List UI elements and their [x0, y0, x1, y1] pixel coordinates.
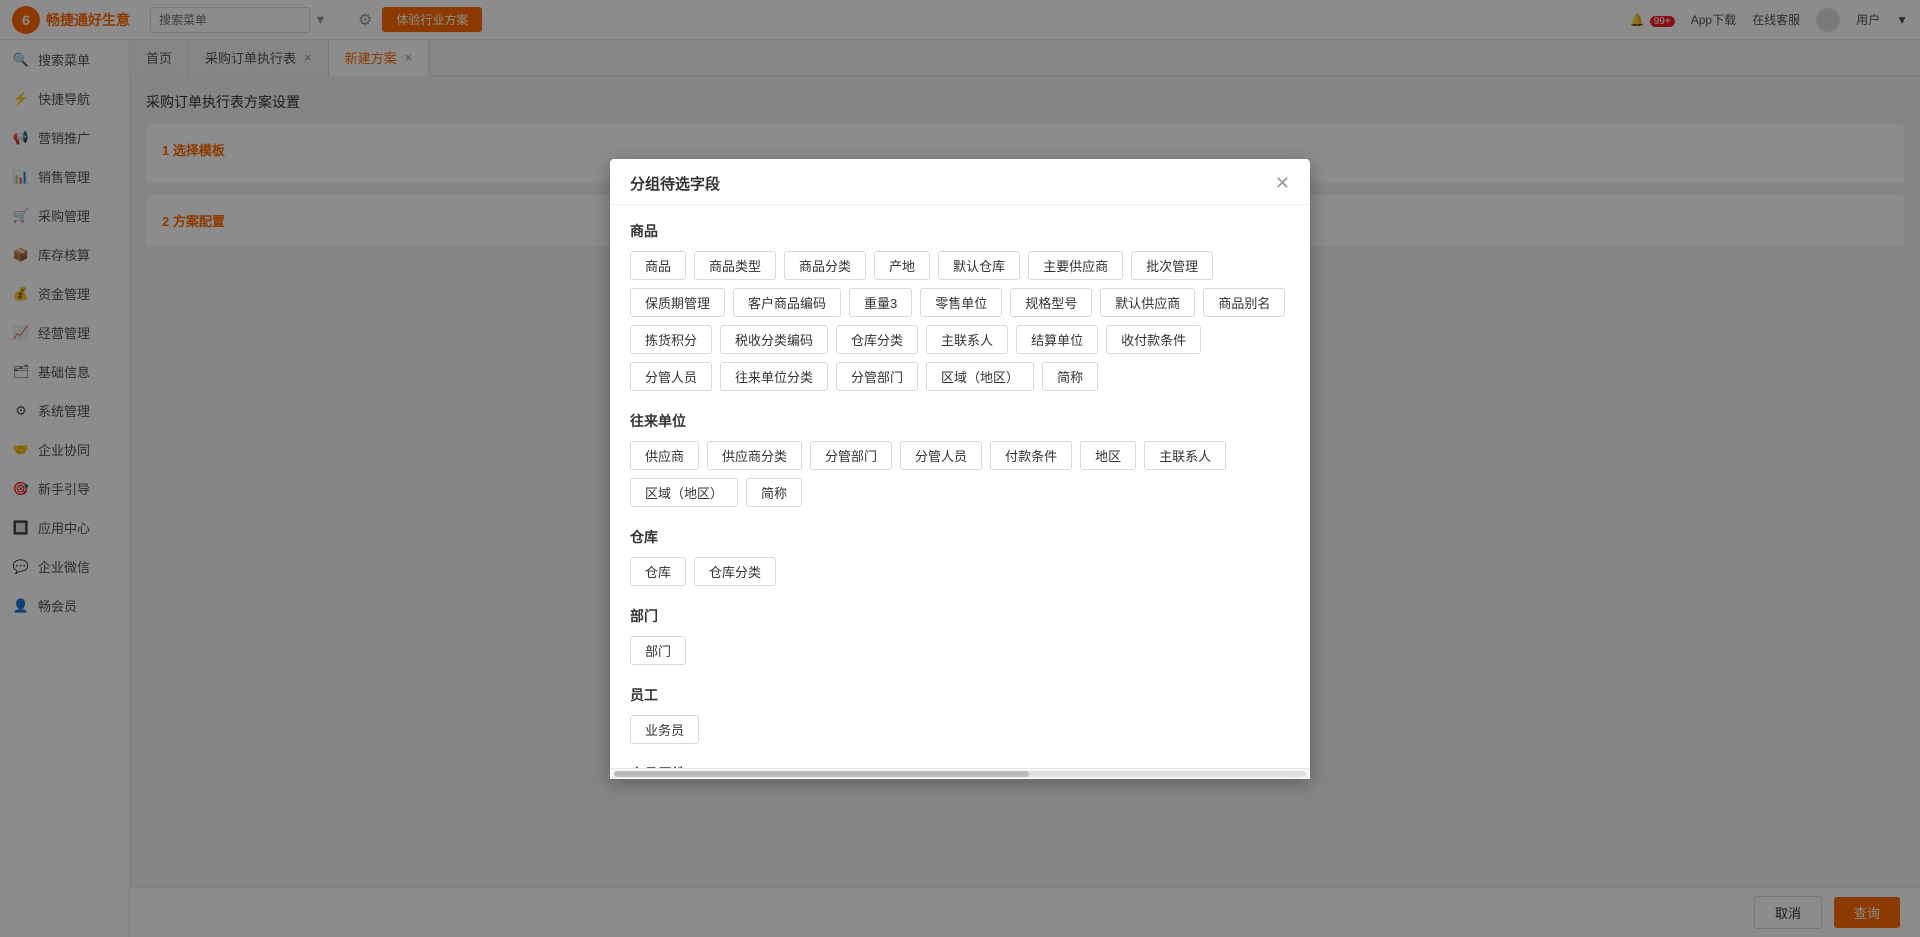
field-tag-规格型号[interactable]: 规格型号	[1010, 288, 1092, 317]
field-tag-结算单位[interactable]: 结算单位	[1016, 325, 1098, 354]
field-tag-分管人员[interactable]: 分管人员	[900, 441, 982, 470]
field-selection-modal: 分组待选字段 ✕ 商品商品商品类型商品分类产地默认仓库主要供应商批次管理保质期管…	[610, 159, 1310, 779]
field-tag-商品分类[interactable]: 商品分类	[784, 251, 866, 280]
section-warehouse: 仓库仓库仓库分类	[630, 527, 1290, 586]
field-tag-商品别名[interactable]: 商品别名	[1203, 288, 1285, 317]
field-tag-零售单位[interactable]: 零售单位	[920, 288, 1002, 317]
field-tag-分管部门[interactable]: 分管部门	[836, 362, 918, 391]
field-tag-部门[interactable]: 部门	[630, 636, 686, 665]
field-tag-区域（地区）[interactable]: 区域（地区）	[630, 478, 738, 507]
field-tags-department: 部门	[630, 636, 1290, 665]
field-tags-partner: 供应商供应商分类分管部门分管人员付款条件地区主联系人区域（地区） 简称	[630, 441, 1290, 507]
section-employee: 员工业务员	[630, 685, 1290, 744]
field-tag-保质期管理[interactable]: 保质期管理	[630, 288, 725, 317]
section-title-partner: 往来单位	[630, 411, 1290, 431]
field-tag-拣货积分[interactable]: 拣货积分	[630, 325, 712, 354]
field-tag-税收分类编码[interactable]: 税收分类编码	[720, 325, 828, 354]
modal-close-button[interactable]: ✕	[1275, 173, 1290, 194]
section-product: 商品商品商品类型商品分类产地默认仓库主要供应商批次管理保质期管理客户商品编码重量…	[630, 221, 1290, 391]
field-tag-供应商分类[interactable]: 供应商分类	[707, 441, 802, 470]
field-tag-产地[interactable]: 产地	[874, 251, 930, 280]
field-tag-默认仓库[interactable]: 默认仓库	[938, 251, 1020, 280]
modal-title: 分组待选字段	[630, 173, 720, 194]
field-tag-批次管理[interactable]: 批次管理	[1131, 251, 1213, 280]
field-tag-分管人员[interactable]: 分管人员	[630, 362, 712, 391]
field-tag-供应商[interactable]: 供应商	[630, 441, 699, 470]
hscroll-track	[614, 771, 1306, 777]
field-tag-仓库分类[interactable]: 仓库分类	[836, 325, 918, 354]
modal-body: 商品商品商品类型商品分类产地默认仓库主要供应商批次管理保质期管理客户商品编码重量…	[610, 205, 1310, 769]
section-title-employee: 员工	[630, 685, 1290, 705]
section-title-department: 部门	[630, 606, 1290, 626]
field-tag-区域（地区）[interactable]: 区域（地区）	[926, 362, 1034, 391]
field-tag-商品[interactable]: 商品	[630, 251, 686, 280]
field-tag-客户商品编码[interactable]: 客户商品编码	[733, 288, 841, 317]
field-tag-简称[interactable]: 简称	[746, 478, 802, 507]
field-tag-往来单位分类[interactable]: 往来单位分类	[720, 362, 828, 391]
field-tag-地区[interactable]: 地区	[1080, 441, 1136, 470]
section-partner: 往来单位供应商供应商分类分管部门分管人员付款条件地区主联系人区域（地区） 简称	[630, 411, 1290, 507]
field-tag-仓库分类[interactable]: 仓库分类	[694, 557, 776, 586]
field-tag-主联系人[interactable]: 主联系人	[926, 325, 1008, 354]
field-tag-商品类型[interactable]: 商品类型	[694, 251, 776, 280]
modal-hscroll[interactable]	[610, 768, 1310, 778]
modal-header: 分组待选字段 ✕	[610, 159, 1310, 205]
field-tag-付款条件[interactable]: 付款条件	[990, 441, 1072, 470]
section-title-warehouse: 仓库	[630, 527, 1290, 547]
hscroll-thumb	[614, 771, 1029, 777]
field-tags-warehouse: 仓库仓库分类	[630, 557, 1290, 586]
field-tag-重量3[interactable]: 重量3	[849, 288, 912, 317]
field-tag-仓库[interactable]: 仓库	[630, 557, 686, 586]
section-title-product: 商品	[630, 221, 1290, 241]
field-tag-分管部门[interactable]: 分管部门	[810, 441, 892, 470]
field-tags-employee: 业务员	[630, 715, 1290, 744]
field-tag-主要供应商[interactable]: 主要供应商	[1028, 251, 1123, 280]
field-tag-简称[interactable]: 简称	[1042, 362, 1098, 391]
field-tags-product: 商品商品类型商品分类产地默认仓库主要供应商批次管理保质期管理客户商品编码重量3 零…	[630, 251, 1290, 391]
section-department: 部门部门	[630, 606, 1290, 665]
field-tag-主联系人[interactable]: 主联系人	[1144, 441, 1226, 470]
field-tag-业务员[interactable]: 业务员	[630, 715, 699, 744]
field-tag-收付款条件[interactable]: 收付款条件	[1106, 325, 1201, 354]
field-tag-默认供应商[interactable]: 默认供应商	[1100, 288, 1195, 317]
